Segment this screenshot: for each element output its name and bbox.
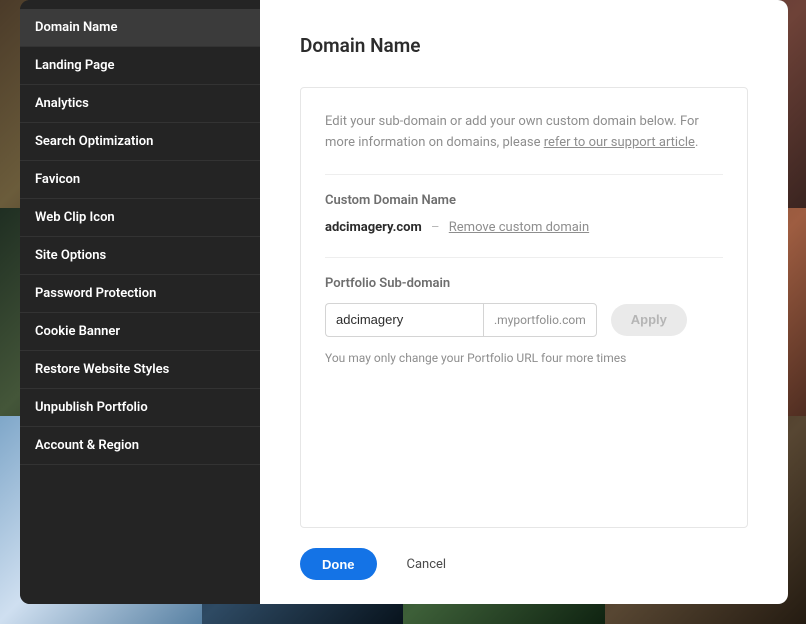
sidebar-item-label: Site Options bbox=[35, 248, 106, 263]
sidebar-item-label: Web Clip Icon bbox=[35, 210, 115, 225]
sidebar-item-password-protection[interactable]: Password Protection bbox=[20, 275, 260, 313]
subdomain-row: .myportfolio.com Apply bbox=[325, 303, 723, 337]
sidebar-item-restore-website-styles[interactable]: Restore Website Styles bbox=[20, 351, 260, 389]
subdomain-suffix: .myportfolio.com bbox=[483, 303, 597, 337]
custom-domain-label: Custom Domain Name bbox=[325, 193, 723, 208]
intro-text: Edit your sub-domain or add your own cus… bbox=[325, 112, 723, 175]
intro-after: . bbox=[695, 135, 698, 150]
panel-title: Domain Name bbox=[300, 34, 748, 57]
settings-sidebar: Domain Name Landing Page Analytics Searc… bbox=[20, 0, 260, 604]
sidebar-item-label: Landing Page bbox=[35, 58, 115, 73]
sidebar-item-label: Analytics bbox=[35, 96, 89, 111]
panel-footer: Done Cancel bbox=[300, 548, 748, 580]
apply-button[interactable]: Apply bbox=[611, 304, 687, 336]
sidebar-item-cookie-banner[interactable]: Cookie Banner bbox=[20, 313, 260, 351]
done-button[interactable]: Done bbox=[300, 548, 377, 580]
sidebar-item-label: Account & Region bbox=[35, 438, 139, 453]
sidebar-item-label: Password Protection bbox=[35, 286, 156, 301]
sidebar-item-web-clip-icon[interactable]: Web Clip Icon bbox=[20, 199, 260, 237]
sidebar-item-landing-page[interactable]: Landing Page bbox=[20, 47, 260, 85]
subdomain-hint: You may only change your Portfolio URL f… bbox=[325, 351, 723, 365]
sidebar-item-label: Domain Name bbox=[35, 20, 117, 35]
sidebar-item-label: Restore Website Styles bbox=[35, 362, 169, 377]
subdomain-label: Portfolio Sub-domain bbox=[325, 276, 723, 291]
sidebar-item-label: Cookie Banner bbox=[35, 324, 120, 339]
sidebar-item-account-region[interactable]: Account & Region bbox=[20, 427, 260, 465]
settings-modal: Domain Name Landing Page Analytics Searc… bbox=[20, 0, 788, 604]
sidebar-item-search-optimization[interactable]: Search Optimization bbox=[20, 123, 260, 161]
sidebar-item-label: Unpublish Portfolio bbox=[35, 400, 148, 415]
sidebar-item-label: Search Optimization bbox=[35, 134, 153, 149]
remove-custom-domain-link[interactable]: Remove custom domain bbox=[449, 220, 589, 235]
cancel-button[interactable]: Cancel bbox=[407, 557, 447, 572]
sidebar-item-label: Favicon bbox=[35, 172, 80, 187]
sidebar-item-domain-name[interactable]: Domain Name bbox=[20, 9, 260, 47]
sidebar-item-analytics[interactable]: Analytics bbox=[20, 85, 260, 123]
settings-panel: Domain Name Edit your sub-domain or add … bbox=[260, 0, 788, 604]
sidebar-item-site-options[interactable]: Site Options bbox=[20, 237, 260, 275]
sidebar-item-unpublish-portfolio[interactable]: Unpublish Portfolio bbox=[20, 389, 260, 427]
custom-domain-value: adcimagery.com bbox=[325, 220, 422, 235]
custom-domain-row: adcimagery.com – Remove custom domain bbox=[325, 220, 723, 258]
support-article-link[interactable]: refer to our support article bbox=[544, 135, 695, 150]
panel-content: Edit your sub-domain or add your own cus… bbox=[300, 87, 748, 528]
sidebar-item-favicon[interactable]: Favicon bbox=[20, 161, 260, 199]
separator: – bbox=[431, 220, 440, 235]
subdomain-input[interactable] bbox=[325, 303, 483, 337]
